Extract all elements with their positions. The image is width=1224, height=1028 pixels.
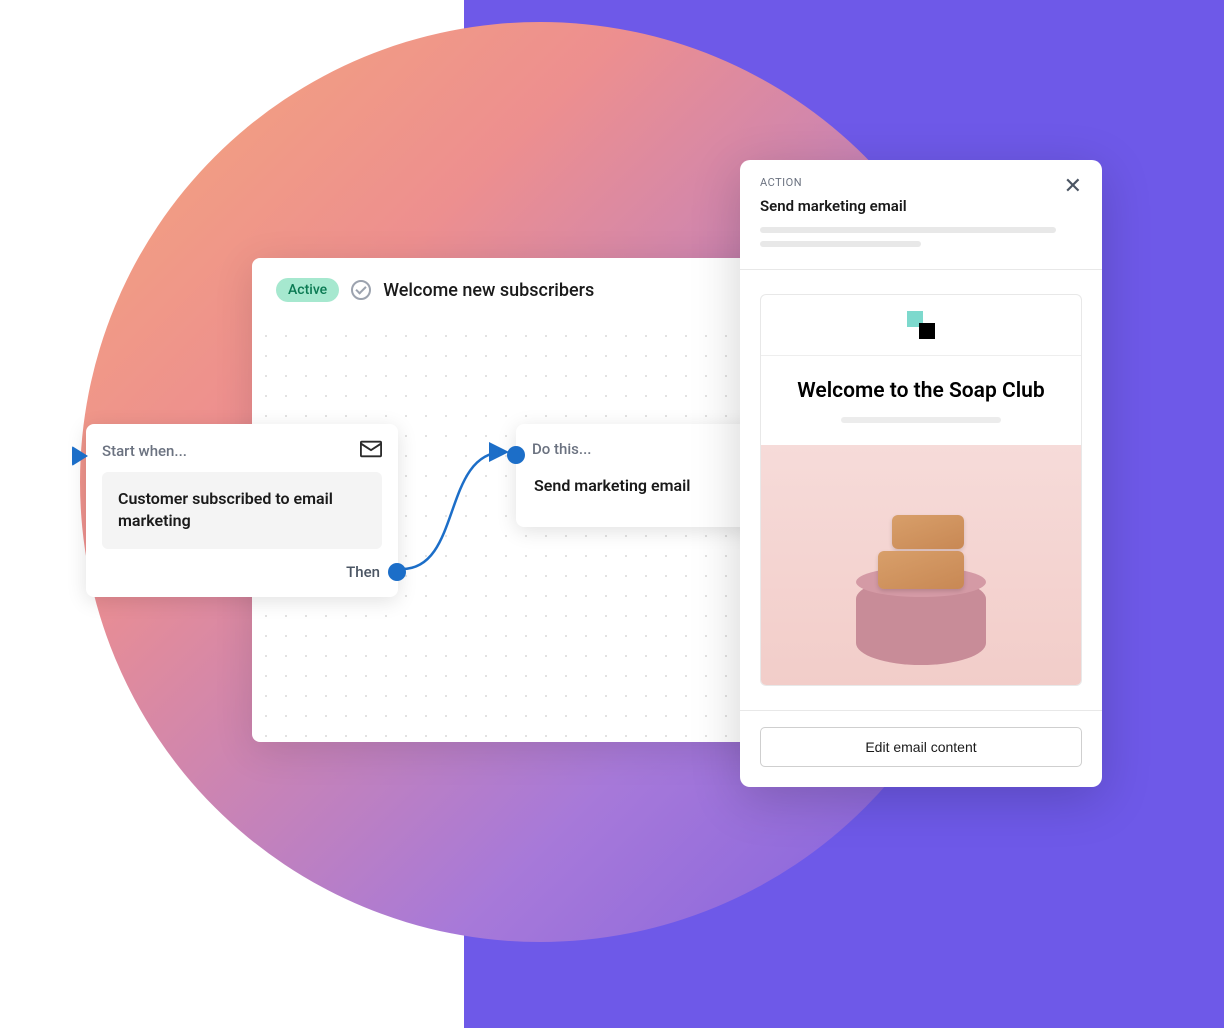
status-badge: Active bbox=[276, 278, 339, 302]
side-panel-header: ACTION Send marketing email ✕ bbox=[740, 160, 1102, 227]
action-label: Do this... bbox=[532, 440, 591, 458]
logo-icon bbox=[907, 311, 935, 339]
trigger-footer: Then bbox=[102, 549, 382, 581]
connector-in-dot[interactable] bbox=[507, 446, 525, 464]
envelope-icon bbox=[360, 440, 382, 462]
soap-stack bbox=[878, 515, 964, 589]
trigger-card[interactable]: Start when... Customer subscribed to ema… bbox=[86, 424, 398, 597]
then-label: Then bbox=[346, 563, 380, 581]
side-title: Send marketing email bbox=[760, 197, 1064, 215]
action-side-panel: ACTION Send marketing email ✕ Welcome to… bbox=[740, 160, 1102, 787]
side-panel-footer: Edit email content bbox=[740, 710, 1102, 787]
email-heading: Welcome to the Soap Club bbox=[761, 356, 1081, 417]
connector-out-dot[interactable] bbox=[388, 563, 406, 581]
email-hero-image bbox=[761, 445, 1081, 685]
trigger-card-header: Start when... bbox=[102, 440, 382, 462]
close-icon[interactable]: ✕ bbox=[1064, 176, 1082, 198]
workflow-title: Welcome new subscribers bbox=[383, 280, 594, 301]
play-icon bbox=[72, 446, 88, 466]
check-circle-icon bbox=[351, 280, 371, 300]
description-placeholder bbox=[740, 227, 1102, 269]
edit-email-button[interactable]: Edit email content bbox=[760, 727, 1082, 767]
email-logo bbox=[761, 295, 1081, 356]
email-preview[interactable]: Welcome to the Soap Club bbox=[760, 294, 1082, 686]
email-subheading-placeholder bbox=[841, 417, 1001, 423]
pedestal-shape bbox=[856, 577, 986, 665]
trigger-content: Customer subscribed to email marketing bbox=[102, 472, 382, 549]
side-eyebrow: ACTION bbox=[760, 176, 1064, 189]
trigger-label: Start when... bbox=[102, 442, 187, 460]
divider bbox=[740, 269, 1102, 270]
